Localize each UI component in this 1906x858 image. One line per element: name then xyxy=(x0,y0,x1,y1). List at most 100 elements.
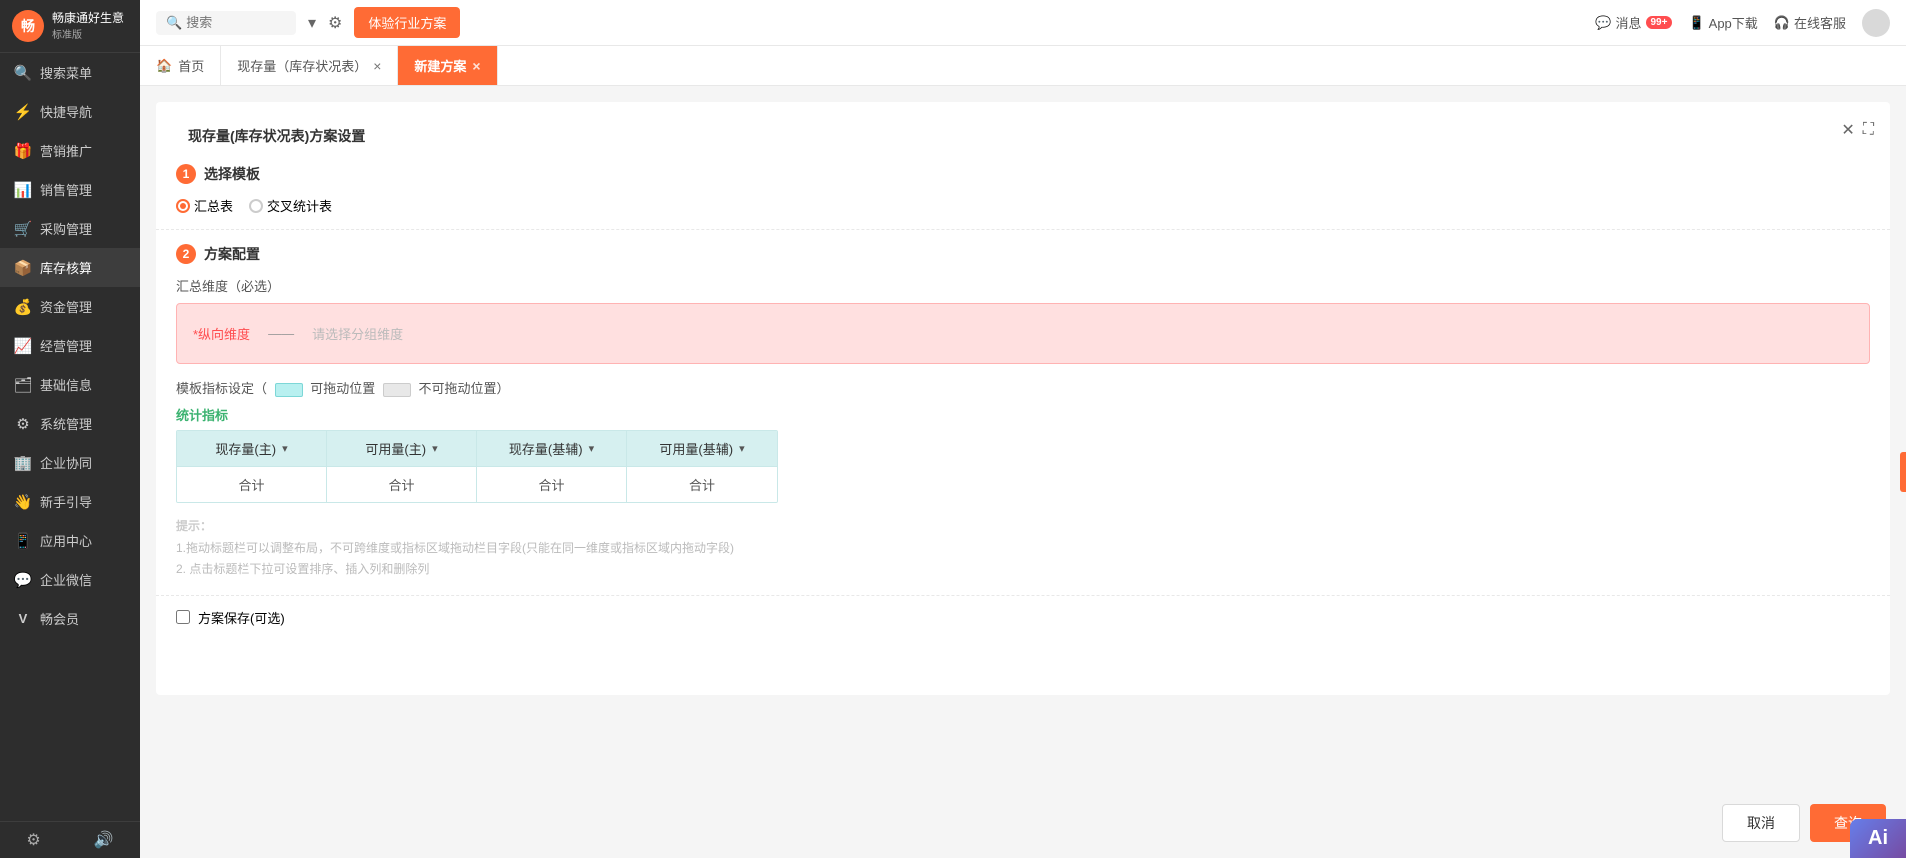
ai-badge[interactable]: Ai xyxy=(1850,819,1906,858)
marketing-icon: 🎁 xyxy=(14,142,32,160)
dimension-required-label: *纵向维度 xyxy=(193,324,250,343)
right-edge-indicator xyxy=(1900,452,1906,492)
sales-icon: 📊 xyxy=(14,181,32,199)
stats-col-1-header[interactable]: 可用量(主) ▾ xyxy=(327,431,476,467)
sidebar-item-wechat[interactable]: 💬 企业微信 xyxy=(0,560,140,599)
stats-col-3-label: 可用量(基辅) xyxy=(659,439,733,458)
stats-col-2-body: 合计 xyxy=(477,467,626,502)
footer-spacer xyxy=(156,639,1890,695)
sidebar-bottom: ⚙ 🔊 xyxy=(0,821,140,858)
app-name: 畅康通好生意 xyxy=(52,11,124,27)
scheme-section-title: 方案配置 xyxy=(204,244,260,264)
speaker-icon[interactable]: 🔊 xyxy=(94,830,114,850)
headset-icon: 🎧 xyxy=(1774,15,1790,31)
tab-new-scheme-close[interactable]: × xyxy=(472,58,480,74)
message-btn[interactable]: 💬 消息 99+ xyxy=(1595,13,1672,32)
dimension-placeholder[interactable]: 请选择分组维度 xyxy=(312,324,403,343)
close-panel-btn[interactable]: ✕ xyxy=(1841,120,1854,140)
app-download-label: App下载 xyxy=(1709,13,1758,32)
online-service-label: 在线客服 xyxy=(1794,13,1846,32)
template-section-header: 1 选择模板 xyxy=(176,164,1870,184)
tab-new-scheme[interactable]: 新建方案 × xyxy=(398,46,497,85)
sidebar-item-label: 畅会员 xyxy=(40,609,79,628)
sidebar-nav: 🔍 搜索菜单 ⚡ 快捷导航 🎁 营销推广 📊 销售管理 🛒 采购管理 📦 库存核… xyxy=(0,53,140,821)
search-menu-icon: 🔍 xyxy=(14,64,32,82)
indicator-movable-label: 可拖动位置 xyxy=(310,381,375,396)
newbie-icon: 👋 xyxy=(14,493,32,511)
search-box[interactable]: 🔍 xyxy=(156,11,296,35)
stats-col-2-header[interactable]: 现存量(基辅) ▾ xyxy=(477,431,626,467)
sidebar-item-newbie[interactable]: 👋 新手引导 xyxy=(0,482,140,521)
app-download-icon: 📱 xyxy=(1688,15,1704,31)
system-icon: ⚙ xyxy=(14,415,32,433)
sidebar-item-member[interactable]: V 畅会员 xyxy=(0,599,140,638)
main-area: 🔍 ▾ ⚙ 体验行业方案 💬 消息 99+ 📱 App下载 🎧 在线客服 xyxy=(140,0,1906,858)
radio-summary-circle xyxy=(176,199,190,213)
tip-2: 2. 点击标题栏下拉可设置排序、插入列和删除列 xyxy=(176,559,1870,581)
search-icon: 🔍 xyxy=(166,15,182,31)
sidebar-item-inventory[interactable]: 📦 库存核算 xyxy=(0,248,140,287)
message-icon: 💬 xyxy=(1595,15,1611,31)
cancel-button[interactable]: 取消 xyxy=(1722,804,1800,842)
app-logo-icon: 畅 xyxy=(12,10,44,42)
message-badge: 99+ xyxy=(1646,16,1673,29)
stats-col-3-header[interactable]: 可用量(基辅) ▾ xyxy=(627,431,777,467)
sidebar-item-finance[interactable]: 💰 资金管理 xyxy=(0,287,140,326)
save-label: 方案保存(可选) xyxy=(198,608,285,627)
sidebar-item-marketing[interactable]: 🎁 营销推广 xyxy=(0,131,140,170)
save-row: 方案保存(可选) xyxy=(156,596,1890,639)
tab-home[interactable]: 🏠 首页 xyxy=(140,46,221,85)
sidebar-item-quick-nav[interactable]: ⚡ 快捷导航 xyxy=(0,92,140,131)
sidebar-item-label: 企业微信 xyxy=(40,570,92,589)
settings-panel: 现存量(库存状况表)方案设置 ✕ ⛶ 1 选择模板 汇总表 xyxy=(156,102,1890,695)
scheme-section-header: 2 方案配置 xyxy=(176,244,1870,264)
chevron-down-icon-0[interactable]: ▾ xyxy=(282,442,288,455)
sidebar-item-label: 经营管理 xyxy=(40,336,92,355)
chevron-down-icon-3[interactable]: ▾ xyxy=(739,442,745,455)
topbar-right: 💬 消息 99+ 📱 App下载 🎧 在线客服 xyxy=(1595,9,1890,37)
sidebar-item-system[interactable]: ⚙ 系统管理 xyxy=(0,404,140,443)
radio-summary-label: 汇总表 xyxy=(194,196,233,215)
basic-info-icon: 🗂 xyxy=(14,376,32,394)
sidebar: 畅 畅康通好生意 标准版 🔍 搜索菜单 ⚡ 快捷导航 🎁 营销推广 📊 销售管理… xyxy=(0,0,140,858)
sidebar-item-app-center[interactable]: 📱 应用中心 xyxy=(0,521,140,560)
app-download-btn[interactable]: 📱 App下载 xyxy=(1688,13,1757,32)
expand-panel-btn[interactable]: ⛶ xyxy=(1863,120,1874,140)
dimension-area: *纵向维度 —— 请选择分组维度 xyxy=(176,303,1870,364)
tab-home-label: 首页 xyxy=(178,56,204,75)
sidebar-item-purchase[interactable]: 🛒 采购管理 xyxy=(0,209,140,248)
stats-col-1: 可用量(主) ▾ 合计 xyxy=(327,431,477,502)
app-name-block: 畅康通好生意 标准版 xyxy=(52,11,124,42)
chevron-down-icon-2[interactable]: ▾ xyxy=(589,442,595,455)
gear-icon[interactable]: ⚙ xyxy=(328,13,342,33)
tab-inventory-status[interactable]: 现存量（库存状况表） × xyxy=(221,46,398,85)
save-checkbox[interactable] xyxy=(176,610,190,624)
sidebar-item-sales[interactable]: 📊 销售管理 xyxy=(0,170,140,209)
online-service-btn[interactable]: 🎧 在线客服 xyxy=(1774,13,1846,32)
radio-cross-circle xyxy=(249,199,263,213)
industry-btn[interactable]: 体验行业方案 xyxy=(354,7,460,38)
template-section-num: 1 xyxy=(176,164,196,184)
sidebar-item-operations[interactable]: 📈 经营管理 xyxy=(0,326,140,365)
search-input[interactable] xyxy=(186,15,266,30)
user-avatar[interactable] xyxy=(1862,9,1890,37)
radio-cross[interactable]: 交叉统计表 xyxy=(249,196,332,215)
radio-cross-label: 交叉统计表 xyxy=(267,196,332,215)
stats-col-0-body: 合计 xyxy=(177,467,326,502)
stats-table-header: 现存量(主) ▾ 合计 可用量(主) ▾ 合计 xyxy=(177,431,777,502)
stats-col-0-label: 现存量(主) xyxy=(215,439,276,458)
scheme-section: 2 方案配置 汇总维度（必选） *纵向维度 —— 请选择分组维度 模板指标设定（ xyxy=(156,230,1890,596)
sidebar-item-label: 新手引导 xyxy=(40,492,92,511)
tab-inventory-status-close[interactable]: × xyxy=(373,58,381,74)
chevron-down-icon-1[interactable]: ▾ xyxy=(432,442,438,455)
sidebar-item-label: 销售管理 xyxy=(40,180,92,199)
settings-icon[interactable]: ⚙ xyxy=(26,830,40,850)
sidebar-item-basic-info[interactable]: 🗂 基础信息 xyxy=(0,365,140,404)
sidebar-item-enterprise[interactable]: 🏢 企业协同 xyxy=(0,443,140,482)
sidebar-item-search-menu[interactable]: 🔍 搜索菜单 xyxy=(0,53,140,92)
stats-col-2: 现存量(基辅) ▾ 合计 xyxy=(477,431,627,502)
radio-summary[interactable]: 汇总表 xyxy=(176,196,233,215)
stats-col-0-header[interactable]: 现存量(主) ▾ xyxy=(177,431,326,467)
tips-title: 提示： xyxy=(176,516,1870,538)
dropdown-icon[interactable]: ▾ xyxy=(308,13,316,33)
